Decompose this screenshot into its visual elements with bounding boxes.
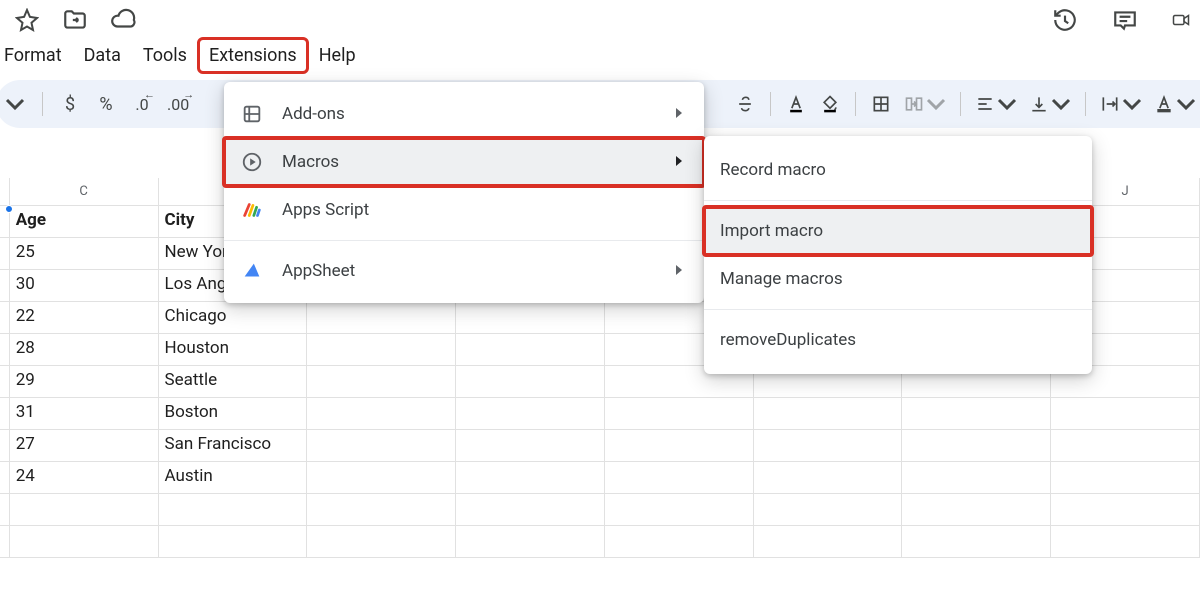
star-icon[interactable] <box>14 7 40 33</box>
menu-separator <box>704 309 1092 310</box>
macros-submenu: Record macro Import macro Manage macros … <box>704 136 1092 374</box>
toolbar-separator <box>960 92 961 116</box>
borders-button[interactable] <box>866 89 896 119</box>
history-icon[interactable] <box>1052 7 1078 33</box>
strikethrough-button[interactable] <box>730 89 760 119</box>
menu-item-label: AppSheet <box>282 261 355 281</box>
table-row[interactable]: 24Austin <box>0 462 1200 494</box>
menu-manage-macros[interactable]: Manage macros <box>704 255 1092 303</box>
increase-decimal-button[interactable]: .00→ <box>163 89 193 119</box>
percent-button[interactable]: % <box>91 89 121 119</box>
toolbar-separator <box>855 92 856 116</box>
menu-item-label: Apps Script <box>282 200 369 220</box>
text-wrap-button[interactable] <box>1096 89 1146 119</box>
cell: Age <box>10 206 159 237</box>
submenu-arrow-icon <box>674 261 684 281</box>
menu-separator <box>224 240 704 241</box>
table-row[interactable]: 31Boston <box>0 398 1200 430</box>
appsheet-icon <box>240 260 264 282</box>
decrease-decimal-button[interactable]: .0← <box>127 89 157 119</box>
menu-import-macro[interactable]: Import macro <box>704 207 1092 255</box>
menu-macros[interactable]: Macros <box>224 138 704 186</box>
apps-script-icon <box>240 199 264 221</box>
menu-item-label: Record macro <box>720 160 826 180</box>
comments-icon[interactable] <box>1112 7 1138 33</box>
menu-record-macro[interactable]: Record macro <box>704 146 1092 194</box>
menu-item-label: removeDuplicates <box>720 330 856 350</box>
menu-custom-macro[interactable]: removeDuplicates <box>704 316 1092 364</box>
col-header[interactable]: C <box>10 178 159 205</box>
menu-item-label: Import macro <box>720 221 823 241</box>
macros-icon <box>240 151 264 173</box>
table-row[interactable]: 27San Francisco <box>0 430 1200 462</box>
menu-extensions[interactable]: Extensions <box>199 39 307 72</box>
selection-handle[interactable] <box>5 205 13 213</box>
menu-help[interactable]: Help <box>309 39 366 72</box>
menu-appsheet[interactable]: AppSheet <box>224 247 704 295</box>
cloud-status-icon[interactable] <box>110 7 136 33</box>
menu-apps-script[interactable]: Apps Script <box>224 186 704 234</box>
col-header[interactable] <box>0 178 10 205</box>
addons-icon <box>240 103 264 125</box>
meet-icon[interactable] <box>1172 7 1190 33</box>
text-color-button[interactable] <box>781 89 811 119</box>
more-toolbar-dropdown[interactable] <box>0 89 30 119</box>
toolbar-separator <box>42 92 43 116</box>
menu-item-label: Add-ons <box>282 104 345 124</box>
toolbar-separator <box>770 92 771 116</box>
submenu-arrow-icon <box>674 152 684 172</box>
menubar: Format Data Tools Extensions Help <box>0 40 1200 80</box>
text-rotation-button[interactable] <box>1150 89 1200 119</box>
fill-color-button[interactable] <box>815 89 845 119</box>
menu-item-label: Manage macros <box>720 269 843 289</box>
menu-separator <box>704 200 1092 201</box>
currency-button[interactable]: $ <box>55 89 85 119</box>
merge-cells-button[interactable] <box>900 89 950 119</box>
horizontal-align-button[interactable] <box>971 89 1021 119</box>
move-to-folder-icon[interactable] <box>62 7 88 33</box>
menu-format[interactable]: Format <box>0 39 72 72</box>
menu-item-label: Macros <box>282 152 339 172</box>
menu-addons[interactable]: Add-ons <box>224 90 704 138</box>
submenu-arrow-icon <box>674 104 684 124</box>
toolbar-separator <box>1085 92 1086 116</box>
extensions-dropdown: Add-ons Macros Apps Script AppSheet <box>224 82 704 303</box>
table-row[interactable] <box>0 526 1200 558</box>
table-row[interactable] <box>0 494 1200 526</box>
menu-tools[interactable]: Tools <box>133 39 197 72</box>
titlebar <box>0 0 1200 40</box>
vertical-align-button[interactable] <box>1025 89 1075 119</box>
menu-data[interactable]: Data <box>74 39 131 72</box>
